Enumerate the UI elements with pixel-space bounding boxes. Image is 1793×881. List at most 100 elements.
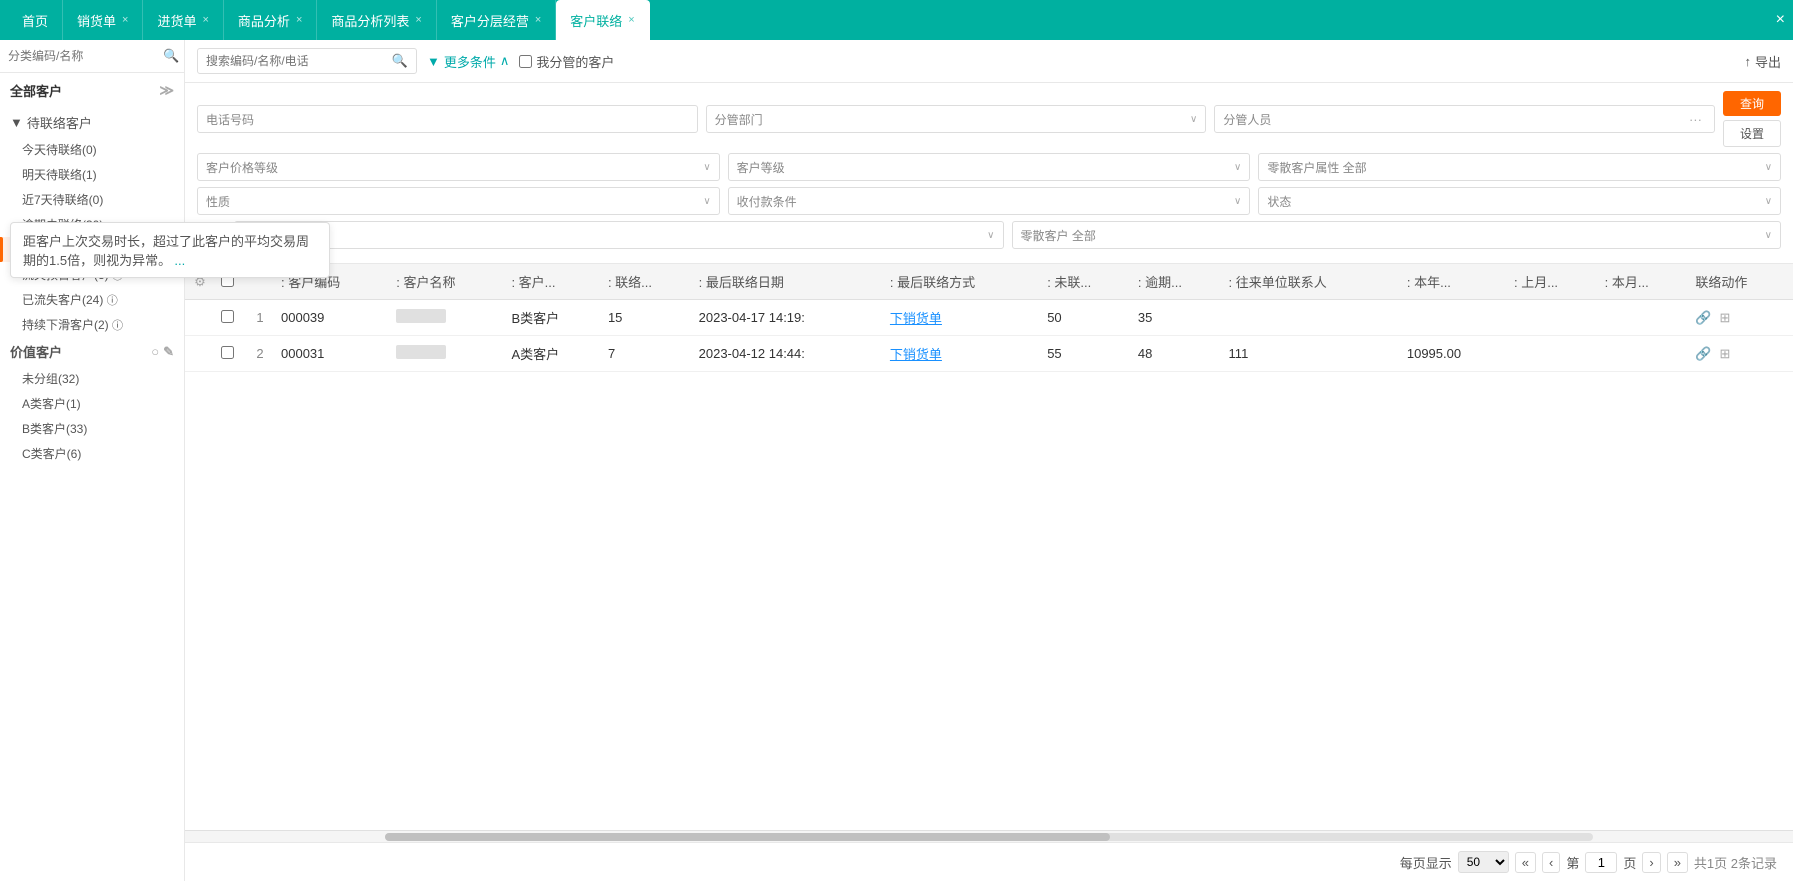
content-area: 🔍 ▼ 更多条件 ∧ 我分管的客户 ↑ 导出 电话号码: [185, 40, 1793, 881]
category-col-header[interactable]: : 客户...: [505, 264, 602, 300]
sidebar-item-classA[interactable]: A类客户(1): [0, 391, 184, 416]
row2-last-contact-method[interactable]: 下销货单: [884, 336, 1041, 372]
last-contact-date-col-header[interactable]: : 最后联络日期: [693, 264, 884, 300]
last-page-btn[interactable]: »: [1667, 852, 1688, 873]
row2-link-icon[interactable]: 🔗: [1695, 346, 1711, 362]
filter-payment[interactable]: 收付款条件 ∨: [728, 187, 1251, 215]
sidebar-item-lost[interactable]: 已流失客户(24) ⓘ: [0, 287, 184, 312]
filter-manager[interactable]: 分管人员 ···: [1214, 105, 1715, 133]
row1-grid-icon[interactable]: ⊞: [1720, 310, 1731, 326]
horizontal-scrollbar[interactable]: [185, 830, 1793, 842]
nav-item-purchase[interactable]: 进货单 ×: [143, 0, 223, 40]
group-circle-icon[interactable]: ○: [151, 344, 159, 360]
nav-item-customer-contact[interactable]: 客户联络 ×: [556, 0, 649, 40]
row1-settings[interactable]: [185, 300, 215, 336]
more-conditions-btn[interactable]: ▼ 更多条件 ∧: [427, 52, 509, 71]
manager-dots[interactable]: ···: [1689, 112, 1702, 127]
status-arrow: ∨: [1765, 196, 1772, 207]
unit-contact-col-header[interactable]: : 往来单位联系人: [1223, 264, 1401, 300]
sidebar-item-7days[interactable]: 近7天待联络(0): [0, 187, 184, 212]
filter-row-3: 性质 ∨ 收付款条件 ∨ 状态 ∨: [197, 187, 1781, 215]
close-customer-tier-tab[interactable]: ×: [535, 14, 541, 26]
row2-category: A类客户: [505, 336, 602, 372]
row2-this-year: 10995.00: [1401, 336, 1508, 372]
row2-this-month: [1599, 336, 1690, 372]
close-analysis-list-tab[interactable]: ×: [415, 14, 421, 26]
nav-item-customer-tier[interactable]: 客户分层经营 ×: [437, 0, 556, 40]
filter-phone[interactable]: 电话号码: [197, 105, 698, 133]
overdue-col-header[interactable]: : 逾期...: [1132, 264, 1223, 300]
name-col-header[interactable]: : 客户名称: [390, 264, 505, 300]
nav-item-sales[interactable]: 销货单 ×: [63, 0, 143, 40]
this-year-col-header[interactable]: : 本年...: [1401, 264, 1508, 300]
row2-select-checkbox[interactable]: [221, 346, 234, 359]
sidebar-item-classC[interactable]: C类客户(6): [0, 441, 184, 466]
close-analysis-tab[interactable]: ×: [296, 14, 302, 26]
row1-contact-method-link[interactable]: 下销货单: [890, 311, 942, 326]
filter-price-level[interactable]: 客户价格等级 ∨: [197, 153, 720, 181]
filter-status[interactable]: 状态 ∨: [1258, 187, 1781, 215]
scroll-thumb[interactable]: [385, 833, 1110, 841]
next-page-btn[interactable]: ›: [1642, 852, 1660, 873]
row2-name: [390, 336, 505, 372]
export-btn[interactable]: ↑ 导出: [1744, 52, 1781, 71]
sidebar-search-icon[interactable]: 🔍: [163, 48, 179, 64]
per-page-select[interactable]: 20 50 100: [1458, 851, 1509, 873]
nav-item-analysis-list[interactable]: 商品分析列表 ×: [317, 0, 436, 40]
filter-department[interactable]: 分管部门 ∨: [706, 105, 1207, 133]
close-sales-tab[interactable]: ×: [122, 14, 128, 26]
my-customers-checkbox[interactable]: [519, 55, 532, 68]
row1-this-month: [1599, 300, 1690, 336]
row2-unit-contact: 111: [1223, 336, 1401, 372]
row2-grid-icon[interactable]: ⊞: [1720, 346, 1731, 362]
sidebar-collapse-btn[interactable]: ≫: [159, 82, 174, 99]
tooltip-more[interactable]: ...: [174, 253, 185, 268]
this-month-col-header[interactable]: : 本月...: [1599, 264, 1690, 300]
sidebar-item-today[interactable]: 今天待联络(0): [0, 137, 184, 162]
customer-type-arrow: ∨: [987, 230, 994, 241]
close-customer-contact-tab[interactable]: ×: [628, 14, 634, 26]
row1-last-contact-method[interactable]: 下销货单: [884, 300, 1041, 336]
sidebar-group-value[interactable]: 价值客户 ○ ✎: [0, 337, 184, 366]
row1-link-icon[interactable]: 🔗: [1695, 310, 1711, 326]
nav-item-analysis[interactable]: 商品分析 ×: [224, 0, 317, 40]
row1-select-checkbox[interactable]: [221, 310, 234, 323]
close-purchase-tab[interactable]: ×: [202, 14, 208, 26]
contact-col-header[interactable]: : 联络...: [602, 264, 693, 300]
sidebar-item-classB[interactable]: B类客户(33): [0, 416, 184, 441]
filter-row-2: 客户价格等级 ∨ 客户等级 ∨ 零散客户属性 全部 ∨: [197, 153, 1781, 181]
customer-level-arrow: ∨: [1234, 162, 1241, 173]
uncontacted-col-header[interactable]: : 未联...: [1041, 264, 1132, 300]
search-icon[interactable]: 🔍: [392, 53, 408, 69]
last-contact-method-col-header[interactable]: : 最后联络方式: [884, 264, 1041, 300]
row2-last-contact-date: 2023-04-12 14:44:: [693, 336, 884, 372]
sidebar-search-input[interactable]: [8, 49, 163, 63]
filter-scatter-attr[interactable]: 零散客户属性 全部 ∨: [1258, 153, 1781, 181]
page-number-input[interactable]: [1585, 852, 1617, 873]
row1-uncontacted: 50: [1041, 300, 1132, 336]
row2-checkbox: [215, 336, 245, 372]
filter-nature[interactable]: 性质 ∨: [197, 187, 720, 215]
filter-scatter-customer[interactable]: 零散客户 全部 ∨: [1012, 221, 1782, 249]
section-pending-contact[interactable]: ▼ 待联络客户: [0, 108, 184, 137]
close-window-btn[interactable]: ×: [1776, 11, 1785, 29]
first-page-btn[interactable]: «: [1515, 852, 1536, 873]
search-input[interactable]: [206, 54, 392, 68]
filter-customer-type[interactable]: 客户类型 ∨: [234, 221, 1004, 249]
filter-customer-level[interactable]: 客户等级 ∨: [728, 153, 1251, 181]
prev-page-btn[interactable]: ‹: [1542, 852, 1560, 873]
row2-settings[interactable]: [185, 336, 215, 372]
nature-arrow: ∨: [703, 196, 710, 207]
row2-contact-method-link[interactable]: 下销货单: [890, 347, 942, 362]
sidebar-item-ungrouped[interactable]: 未分组(32): [0, 366, 184, 391]
group-edit-icon[interactable]: ✎: [163, 344, 174, 360]
query-button[interactable]: 查询: [1723, 91, 1781, 116]
last-month-col-header[interactable]: : 上月...: [1508, 264, 1599, 300]
row2-code: 000031: [275, 336, 390, 372]
sidebar-all-customers[interactable]: 全部客户 ≫: [0, 73, 184, 108]
setting-button[interactable]: 设置: [1723, 120, 1781, 147]
sidebar-item-declining[interactable]: 持续下滑客户(2) ⓘ: [0, 312, 184, 337]
row1-overdue: 35: [1132, 300, 1223, 336]
sidebar-item-tomorrow[interactable]: 明天待联络(1): [0, 162, 184, 187]
nav-item-home[interactable]: 首页: [8, 0, 63, 40]
